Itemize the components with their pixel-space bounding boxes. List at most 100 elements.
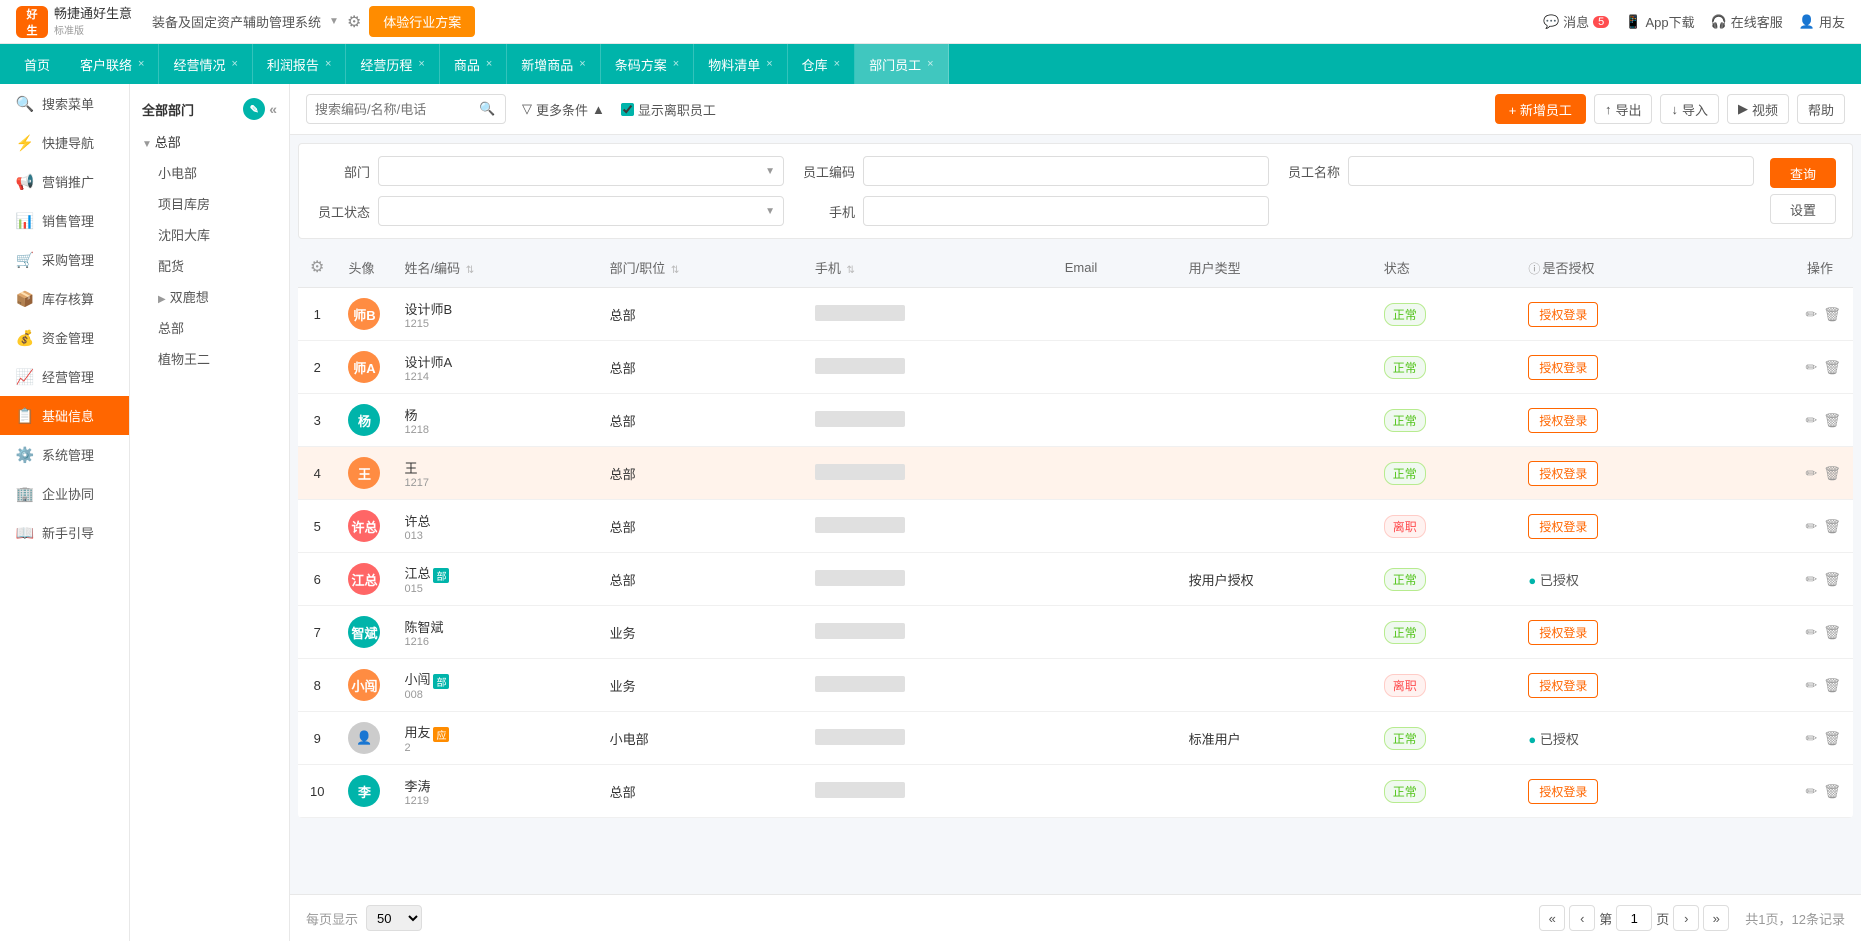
auth-button[interactable]: 授权登录 [1528,673,1598,698]
filter-settings-button[interactable]: 设置 [1770,194,1836,224]
tab-operations[interactable]: 经营情况 × [159,44,252,84]
message-item[interactable]: 💬 消息 5 [1543,12,1609,31]
tab-goods[interactable]: 商品 × [440,44,507,84]
dept-item-peihuo[interactable]: 配货 [130,250,289,281]
dept-item-xiangmu[interactable]: 项目库房 [130,188,289,219]
auth-button[interactable]: 授权登录 [1528,408,1598,433]
filter-empname-input[interactable] [1348,156,1754,186]
settings-icon[interactable]: ⚙ [347,12,361,32]
edit-icon[interactable]: ✏ [1805,783,1817,800]
edit-icon[interactable]: ✏ [1805,465,1817,482]
search-input[interactable] [315,102,475,117]
prev-page-button[interactable]: ‹ [1569,905,1595,931]
row-user-type [1177,765,1372,818]
sidebar-item-quick-nav[interactable]: ⚡ 快捷导航 [0,123,129,162]
dept-edit-icon[interactable]: ✎ [243,98,265,120]
show-resign-label[interactable]: 显示离职员工 [621,100,716,119]
delete-icon[interactable]: 🗑 [1823,465,1841,482]
sidebar-item-marketing[interactable]: 📢 营销推广 [0,162,129,201]
dept-item-zhiwu[interactable]: 植物王二 [130,343,289,374]
import-button[interactable]: ↓ 导入 [1660,94,1719,124]
edit-icon[interactable]: ✏ [1805,518,1817,535]
first-page-button[interactable]: « [1539,905,1565,931]
more-filter-label: 更多条件 [536,100,588,119]
tab-customer[interactable]: 客户联络 × [66,44,159,84]
sidebar-item-guide[interactable]: 📖 新手引导 [0,513,129,552]
delete-icon[interactable]: 🗑 [1823,730,1841,747]
filter-empstatus-select[interactable]: ▼ [378,196,784,226]
auth-button[interactable]: 授权登录 [1528,355,1598,380]
dept-item-shenyang[interactable]: 沈阳大库 [130,219,289,250]
tab-warehouse[interactable]: 仓库 × [788,44,855,84]
app-download-item[interactable]: 📱 App下载 [1625,12,1694,31]
online-service-item[interactable]: 🎧 在线客服 [1711,12,1783,31]
sort-dept-icon[interactable]: ⇅ [671,265,679,276]
sidebar-item-operations[interactable]: 📈 经营管理 [0,357,129,396]
delete-icon[interactable]: 🗑 [1823,412,1841,429]
dept-item-xiaodibu[interactable]: 小电部 [130,157,289,188]
query-button[interactable]: 查询 [1770,158,1836,188]
tab-home[interactable]: 首页 [8,55,66,74]
filter-empcode-input[interactable] [863,156,1269,186]
auth-button[interactable]: 授权登录 [1528,302,1598,327]
delete-icon[interactable]: 🗑 [1823,306,1841,323]
tab-barcode[interactable]: 条码方案 × [601,44,694,84]
search-box[interactable]: 🔍 [306,94,506,124]
sidebar-item-purchase[interactable]: 🛒 采购管理 [0,240,129,279]
sidebar-item-inventory[interactable]: 📦 库存核算 [0,279,129,318]
add-employee-button[interactable]: + 新增员工 [1495,94,1586,124]
filter-phone-input[interactable] [863,196,1269,226]
sidebar-item-basic[interactable]: 📋 基础信息 [0,396,129,435]
edit-icon[interactable]: ✏ [1805,571,1817,588]
sidebar-item-finance[interactable]: 💰 资金管理 [0,318,129,357]
page-size-select[interactable]: 50 20 100 [366,905,422,931]
user-item[interactable]: 👤 用友 [1799,12,1845,31]
edit-icon[interactable]: ✏ [1805,624,1817,641]
row-user-type [1177,606,1372,659]
delete-icon[interactable]: 🗑 [1823,518,1841,535]
delete-icon[interactable]: 🗑 [1823,359,1841,376]
dept-item-zongbu-sub[interactable]: 总部 [130,312,289,343]
trial-button[interactable]: 体验行业方案 [369,6,475,37]
auth-button[interactable]: 授权登录 [1528,461,1598,486]
edit-icon[interactable]: ✏ [1805,359,1817,376]
edit-icon[interactable]: ✏ [1805,306,1817,323]
export-button[interactable]: ↑ 导出 [1594,94,1653,124]
delete-icon[interactable]: 🗑 [1823,677,1841,694]
view-button[interactable]: ▶ 视频 [1727,94,1789,124]
edit-icon[interactable]: ✏ [1805,677,1817,694]
delete-icon[interactable]: 🗑 [1823,783,1841,800]
next-page-button[interactable]: › [1673,905,1699,931]
sidebar-label-search: 搜索菜单 [42,94,94,113]
dept-section-zongbu[interactable]: 总部 [130,126,289,157]
dept-collapse-icon[interactable]: « [269,101,277,117]
tab-dept-staff[interactable]: 部门员工 × [855,44,948,84]
col-settings-icon[interactable]: ⚙ [310,259,324,276]
edit-icon[interactable]: ✏ [1805,412,1817,429]
auth-button[interactable]: 授权登录 [1528,514,1598,539]
row-phone [803,288,1053,341]
sort-phone-icon[interactable]: ⇅ [847,265,855,276]
sidebar-item-sales[interactable]: 📊 销售管理 [0,201,129,240]
edit-icon[interactable]: ✏ [1805,730,1817,747]
last-page-button[interactable]: » [1703,905,1729,931]
page-number-input[interactable] [1616,905,1652,931]
help-button[interactable]: 帮助 [1797,94,1845,124]
sidebar-item-search[interactable]: 🔍 搜索菜单 [0,84,129,123]
delete-icon[interactable]: 🗑 [1823,624,1841,641]
filter-dept-select[interactable]: ▼ [378,156,784,186]
system-title-dropdown-icon[interactable]: ▼ [329,16,339,27]
tab-journey[interactable]: 经营历程 × [346,44,439,84]
tab-profit[interactable]: 利润报告 × [253,44,346,84]
sidebar-item-enterprise[interactable]: 🏢 企业协同 [0,474,129,513]
show-resign-checkbox[interactable] [621,103,634,116]
more-filter-button[interactable]: ▽ 更多条件 ▲ [514,94,613,124]
dept-item-shuanglu[interactable]: ▶双鹿想 [130,281,289,312]
auth-button[interactable]: 授权登录 [1528,779,1598,804]
sidebar-item-system[interactable]: ⚙️ 系统管理 [0,435,129,474]
tab-bom[interactable]: 物料清单 × [694,44,787,84]
auth-button[interactable]: 授权登录 [1528,620,1598,645]
delete-icon[interactable]: 🗑 [1823,571,1841,588]
sort-name-icon[interactable]: ⇅ [466,265,474,276]
tab-add-goods[interactable]: 新增商品 × [507,44,600,84]
